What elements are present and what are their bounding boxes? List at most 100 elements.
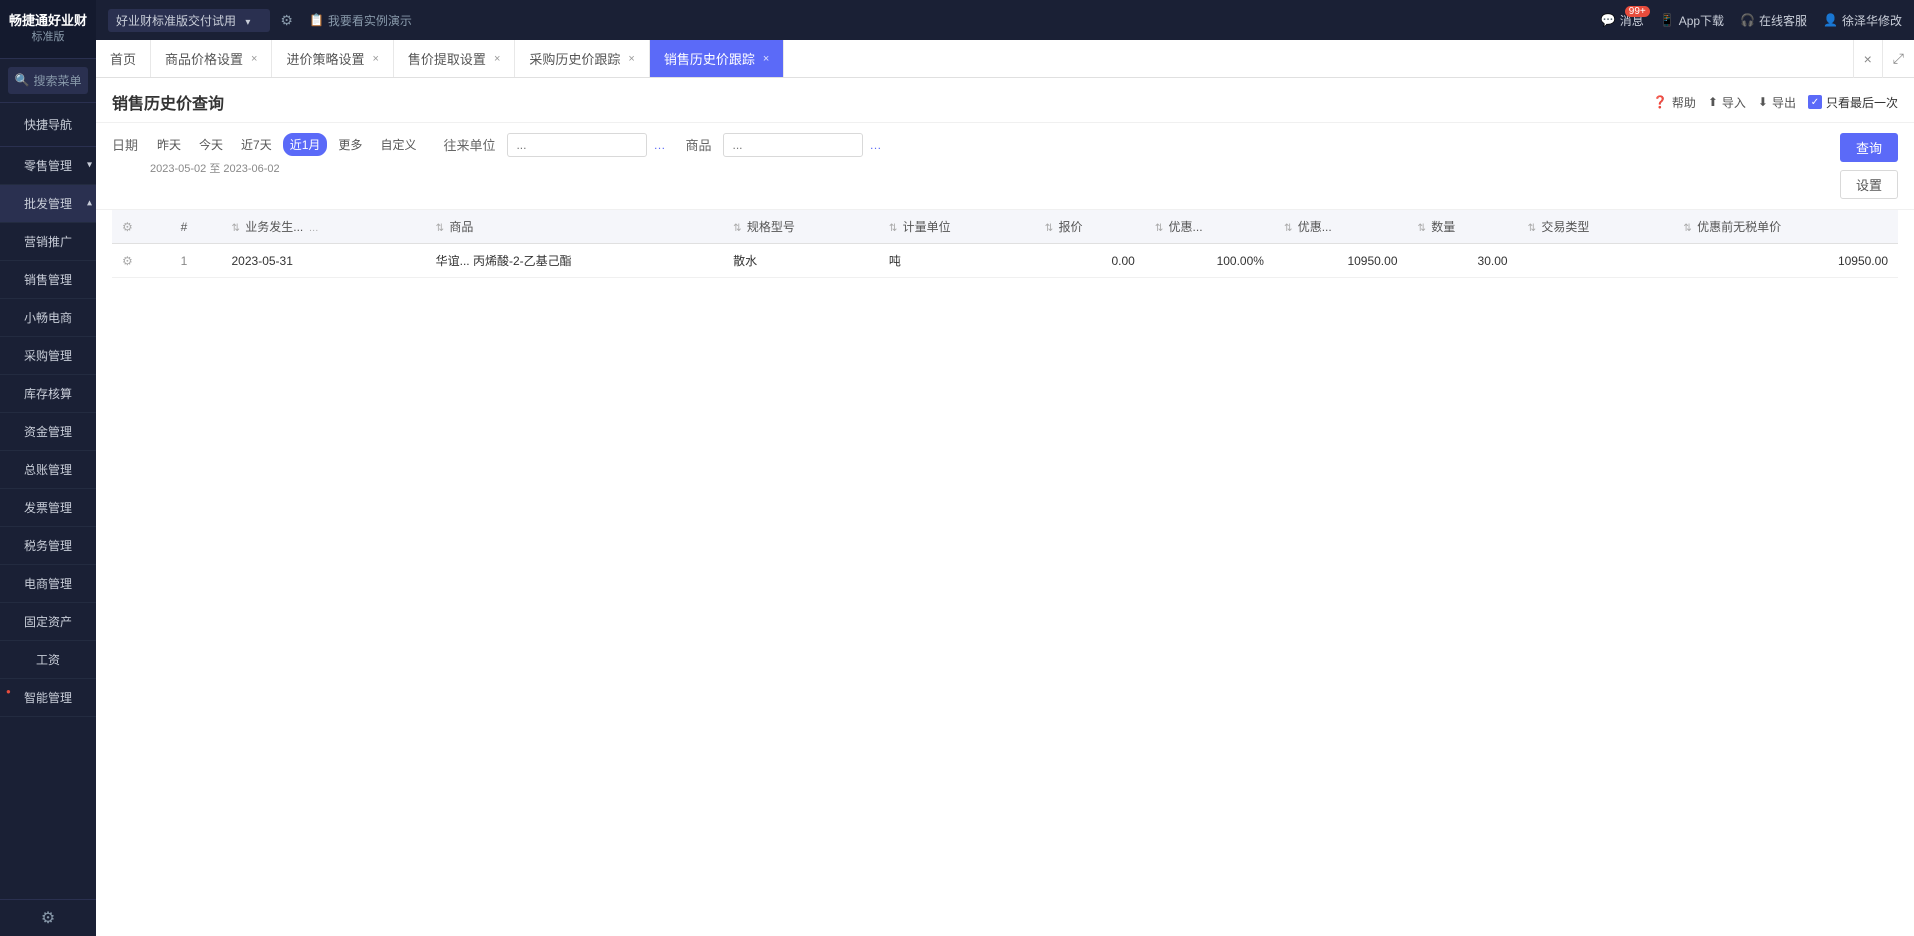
from-unit-input[interactable] [507,133,647,157]
product-more-icon[interactable]: … [869,138,881,152]
close-window-button[interactable]: × [1853,40,1882,78]
col-discount-amt-label[interactable]: 优惠... [1298,220,1332,234]
retail-expand-icon: ▾ [87,160,92,171]
tab-purchase-history-close-icon[interactable]: × [628,53,634,65]
user-menu-button[interactable]: 👤 徐泽华修改 [1823,12,1902,29]
sidebar-item-invoice[interactable]: 发票管理 [0,489,96,527]
sort-product-icon[interactable]: ⇅ [436,223,444,234]
search-menu-label: 搜索菜单 [33,72,81,89]
date-btn-today[interactable]: 今天 [192,133,230,156]
from-unit-more-icon[interactable]: … [653,138,665,152]
online-service-button[interactable]: 🎧 在线客服 [1740,12,1807,29]
col-business-date-menu-icon[interactable]: … [309,223,319,234]
tab-price-extract-close-icon[interactable]: × [494,53,500,65]
sidebar-purchase-label: 采购管理 [24,347,72,364]
sort-trade-type-icon[interactable]: ⇅ [1528,223,1536,234]
from-unit-label: 往来单位 [443,133,495,154]
maximize-window-button[interactable]: ⤢ [1882,40,1914,78]
col-price-label[interactable]: 报价 [1058,220,1082,234]
from-unit-filter-group: 往来单位 … [443,133,665,157]
filter-settings-button[interactable]: 设置 [1840,170,1898,199]
date-btn-more[interactable]: 更多 [331,133,369,156]
version-selector[interactable]: 好业财标准版交付试用 ▾ [108,9,270,32]
sidebar-item-sales[interactable]: 销售管理 [0,261,96,299]
col-discount-pct-label[interactable]: 优惠... [1169,220,1203,234]
online-service-icon: 🎧 [1740,13,1755,27]
sidebar-ledger-label: 总账管理 [24,461,72,478]
sort-business-date-icon[interactable]: ⇅ [232,223,240,234]
sidebar-item-finance[interactable]: 资金管理 [0,413,96,451]
col-spec-label[interactable]: 规格型号 [747,220,795,234]
row-discount-amt: 10950.00 [1274,244,1408,278]
col-gear-icon[interactable]: ⚙ [122,220,133,234]
sort-unit-icon[interactable]: ⇅ [889,223,897,234]
sidebar-item-wholesale[interactable]: 批发管理 ▴ [0,185,96,223]
sidebar-item-assets[interactable]: 固定资产 [0,603,96,641]
sidebar-tax-label: 税务管理 [24,537,72,554]
sidebar-search-area[interactable]: 🔍 搜索菜单 [0,59,96,103]
sidebar-item-ledger[interactable]: 总账管理 [0,451,96,489]
sort-price-icon[interactable]: ⇅ [1045,223,1053,234]
topbar-gear-icon[interactable]: ⚙ [280,12,293,29]
messages-button[interactable]: 💬 消息 99+ [1601,12,1644,29]
sidebar-item-ai[interactable]: 智能管理 [0,679,96,717]
table-row: ⚙ 1 2023-05-31 华谊... 丙烯酸-2-乙基己酯 散水 吨 0.0… [112,244,1898,278]
tab-price-extract[interactable]: 售价提取设置 × [394,40,515,77]
sidebar-finance-label: 资金管理 [24,423,72,440]
date-btn-7days[interactable]: 近7天 [234,133,279,156]
only-last-label: 只看最后一次 [1826,94,1898,111]
date-btn-custom[interactable]: 自定义 [373,133,423,156]
date-btn-yesterday[interactable]: 昨天 [150,133,188,156]
help-button[interactable]: ❓ 帮助 [1653,94,1696,111]
search-menu-button[interactable]: 🔍 搜索菜单 [8,67,88,94]
only-last-checkbox-area[interactable]: ✓ 只看最后一次 [1808,94,1898,111]
tab-price-extract-label: 售价提取设置 [408,49,486,68]
tab-product-price-close-icon[interactable]: × [251,53,257,65]
sort-pretax-price-icon[interactable]: ⇅ [1683,223,1691,234]
col-product-label[interactable]: 商品 [449,220,473,234]
query-button[interactable]: 查询 [1840,133,1898,162]
app-download-button[interactable]: 📱 App下载 [1660,12,1724,29]
col-unit-label[interactable]: 计量单位 [903,220,951,234]
col-trade-type-label[interactable]: 交易类型 [1541,220,1589,234]
demo-button[interactable]: 📋 我要看实例演示 [309,12,412,29]
only-last-checkbox[interactable]: ✓ [1808,95,1822,109]
window-controls: × ⤢ [1853,40,1914,78]
quick-nav-area[interactable]: 快捷导航 [0,103,96,147]
sort-quantity-icon[interactable]: ⇅ [1418,223,1426,234]
settings-icon[interactable]: ⚙ [41,908,55,928]
sort-discount-amt-icon[interactable]: ⇅ [1284,223,1292,234]
tab-purchase-strategy-close-icon[interactable]: × [372,53,378,65]
tab-product-price[interactable]: 商品价格设置 × [151,40,272,77]
sidebar-invoice-label: 发票管理 [24,499,72,516]
date-btn-1month[interactable]: 近1月 [283,133,328,156]
product-input[interactable] [723,133,863,157]
tab-purchase-history[interactable]: 采购历史价跟踪 × [515,40,649,77]
sidebar-item-tax[interactable]: 税务管理 [0,527,96,565]
from-unit-input-group: … [507,133,665,157]
row-gear-icon[interactable]: ⚙ [122,254,133,268]
col-quantity-label[interactable]: 数量 [1431,220,1455,234]
export-button[interactable]: ⬇ 导出 [1758,94,1796,111]
sidebar-item-ecommerce[interactable]: 电商管理 [0,565,96,603]
sidebar-item-purchase[interactable]: 采购管理 [0,337,96,375]
tab-sales-history[interactable]: 销售历史价跟踪 × [650,40,784,77]
sort-spec-icon[interactable]: ⇅ [733,223,741,234]
sidebar-item-retail[interactable]: 零售管理 ▾ [0,147,96,185]
version-selector-area: 好业财标准版交付试用 ▾ ⚙ [108,9,293,32]
tab-purchase-strategy[interactable]: 进价策略设置 × [272,40,393,77]
sidebar-item-marketing[interactable]: 营销推广 [0,223,96,261]
col-business-date-label[interactable]: 业务发生... [245,220,303,234]
sidebar-item-ecommerce-small[interactable]: 小畅电商 [0,299,96,337]
sort-discount-pct-icon[interactable]: ⇅ [1155,223,1163,234]
sidebar-item-salary[interactable]: 工资 [0,641,96,679]
sidebar: 畅捷通好业财 标准版 🔍 搜索菜单 快捷导航 零售管理 ▾ 批发管理 ▴ 营销推… [0,0,96,936]
tab-sales-history-close-icon[interactable]: × [763,53,769,65]
tab-home[interactable]: 首页 [96,40,151,77]
sidebar-item-inventory[interactable]: 库存核算 [0,375,96,413]
import-icon: ⬆ [1708,95,1718,109]
date-range-text: 2023-05-02 至 2023-06-02 [150,160,423,176]
col-pretax-price-label[interactable]: 优惠前无税单价 [1697,220,1781,234]
quick-nav-button[interactable]: 快捷导航 [8,111,88,138]
import-button[interactable]: ⬆ 导入 [1708,94,1746,111]
